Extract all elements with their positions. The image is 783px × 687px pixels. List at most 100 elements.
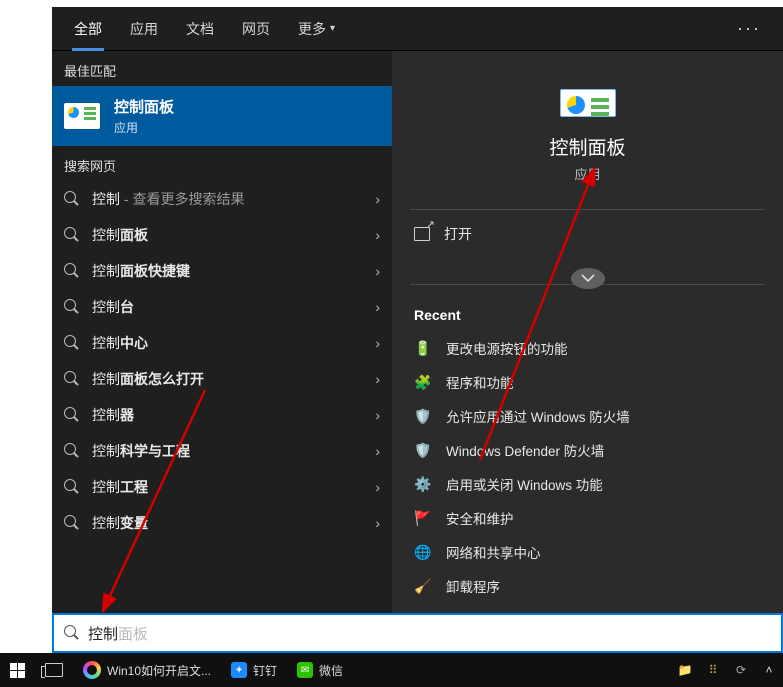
suggestion-text: 控制变量 <box>92 513 148 533</box>
search-icon <box>64 263 80 279</box>
recent-item-icon: 🧩 <box>414 373 432 391</box>
tab-docs[interactable]: 文档 <box>172 7 228 51</box>
chevron-right-icon: › <box>375 227 380 243</box>
search-suggestion[interactable]: 控制变量 › <box>52 505 392 541</box>
chevron-right-icon: › <box>375 443 380 459</box>
search-icon <box>64 479 80 495</box>
taskbar-label: 钉钉 <box>253 662 277 679</box>
best-match-text: 控制面板 应用 <box>114 96 174 136</box>
recent-item[interactable]: 🛡️Windows Defender 防火墙 <box>410 433 765 467</box>
open-label: 打开 <box>444 224 472 244</box>
search-typed: 控制 <box>88 626 118 643</box>
chevron-right-icon: › <box>375 515 380 531</box>
recent-item-label: 更改电源按钮的功能 <box>446 338 568 358</box>
search-list: 控制 - 查看更多搜索结果›控制面板›控制面板快捷键›控制台›控制中心›控制面板… <box>52 181 392 613</box>
tray-chevron[interactable]: ˄ <box>755 653 783 687</box>
recent-item-icon: 🛡️ <box>414 407 432 425</box>
search-icon <box>64 515 80 531</box>
recent-item[interactable]: 🧩程序和功能 <box>410 365 765 399</box>
tray-icon[interactable]: 📁 <box>671 653 699 687</box>
suggestion-text: 控制工程 <box>92 477 148 497</box>
preview-title: 控制面板 <box>410 133 765 160</box>
recent-item[interactable]: 🧹卸载程序 <box>410 569 765 603</box>
section-recent: Recent <box>414 307 761 323</box>
taskbar-app-browser[interactable]: Win10如何开启文... <box>73 653 221 687</box>
preview-subtitle: 应用 <box>410 164 765 183</box>
recent-item[interactable]: 🔋 更改电源按钮的功能 <box>410 331 765 365</box>
search-panel: 全部 应用 文档 网页 更多▾ ··· 最佳匹配 控制面板 应用 搜索网页 控制… <box>52 7 783 613</box>
recent-item-label: 安全和维护 <box>446 508 514 528</box>
suggestion-text: 控制 - 查看更多搜索结果 <box>92 189 244 209</box>
search-ghost: 面板 <box>118 626 148 643</box>
search-suggestion[interactable]: 控制台 › <box>52 289 392 325</box>
chevron-right-icon: › <box>375 191 380 207</box>
recent-list: 🔋 更改电源按钮的功能 🧩程序和功能🛡️允许应用通过 Windows 防火墙🛡️Wi… <box>410 331 765 603</box>
tabs-row: 全部 应用 文档 网页 更多▾ ··· <box>52 7 783 51</box>
search-icon <box>64 299 80 315</box>
browser-icon <box>83 661 101 679</box>
taskbar-label: 微信 <box>319 662 343 679</box>
tab-label: 全部 <box>74 19 102 39</box>
taskbar-app-dingtalk[interactable]: ✦ 钉钉 <box>221 653 287 687</box>
tab-apps[interactable]: 应用 <box>116 7 172 51</box>
section-search-web: 搜索网页 <box>52 146 392 181</box>
best-match-title: 控制面板 <box>114 96 174 117</box>
recent-item-label: 启用或关闭 Windows 功能 <box>446 474 603 494</box>
recent-item-label: 网络和共享中心 <box>446 542 541 562</box>
overflow-button[interactable]: ··· <box>723 18 775 39</box>
tab-all[interactable]: 全部 <box>60 7 116 51</box>
open-action[interactable]: 打开 <box>410 210 765 258</box>
chevron-right-icon: › <box>375 299 380 315</box>
search-suggestion[interactable]: 控制中心 › <box>52 325 392 361</box>
search-input[interactable]: 控制面板 <box>52 613 783 653</box>
search-text: 控制面板 <box>88 623 148 644</box>
section-best-match: 最佳匹配 <box>52 51 392 86</box>
taskbar-right: 📁 ⠿ ⟳ ˄ <box>671 653 783 687</box>
suggestion-text: 控制中心 <box>92 333 148 353</box>
suggestion-text: 控制台 <box>92 297 134 317</box>
search-icon <box>64 625 80 641</box>
tray-icon[interactable]: ⠿ <box>699 653 727 687</box>
search-icon <box>64 335 80 351</box>
search-suggestion[interactable]: 控制器 › <box>52 397 392 433</box>
search-suggestion[interactable]: 控制面板 › <box>52 217 392 253</box>
recent-item-icon: 🔋 <box>414 339 432 357</box>
recent-item-icon: 🌐 <box>414 543 432 561</box>
search-icon <box>64 443 80 459</box>
recent-item[interactable]: 🌐 网络和共享中心 <box>410 535 765 569</box>
tray-icon[interactable]: ⟳ <box>727 653 755 687</box>
chevron-right-icon: › <box>375 407 380 423</box>
start-button[interactable] <box>0 653 35 687</box>
tab-more[interactable]: 更多▾ <box>284 7 349 51</box>
tab-label: 更多 <box>298 19 326 39</box>
expand-button[interactable] <box>571 268 605 289</box>
tab-web[interactable]: 网页 <box>228 7 284 51</box>
search-icon <box>64 371 80 387</box>
tab-label: 文档 <box>186 19 214 39</box>
task-view-button[interactable] <box>35 653 73 687</box>
taskbar-app-wechat[interactable]: ✉微信 <box>287 653 353 687</box>
suggestion-text: 控制科学与工程 <box>92 441 190 461</box>
recent-item[interactable]: 🚩 安全和维护 <box>410 501 765 535</box>
control-panel-icon <box>64 103 100 129</box>
windows-logo-icon <box>10 663 25 678</box>
best-match-item[interactable]: 控制面板 应用 <box>52 86 392 146</box>
recent-item[interactable]: ⚙️ 启用或关闭 Windows 功能 <box>410 467 765 501</box>
search-suggestion[interactable]: 控制面板怎么打开› <box>52 361 392 397</box>
tab-label: 应用 <box>130 19 158 39</box>
recent-item-icon: 🚩 <box>414 509 432 527</box>
search-suggestion[interactable]: 控制工程› <box>52 469 392 505</box>
search-suggestion[interactable]: 控制科学与工程 › <box>52 433 392 469</box>
taskbar: Win10如何开启文... ✦ 钉钉 ✉微信 📁 ⠿ ⟳ ˄ <box>0 653 783 687</box>
dingtalk-icon: ✦ <box>231 662 247 678</box>
control-panel-icon <box>560 89 616 117</box>
recent-item[interactable]: 🛡️允许应用通过 Windows 防火墙 <box>410 399 765 433</box>
search-suggestion[interactable]: 控制 - 查看更多搜索结果 › <box>52 181 392 217</box>
suggestion-text: 控制器 <box>92 405 134 425</box>
search-suggestion[interactable]: 控制面板快捷键› <box>52 253 392 289</box>
recent-item-icon: ⚙️ <box>414 475 432 493</box>
taskbar-label: Win10如何开启文... <box>107 662 211 679</box>
chevron-right-icon: › <box>375 335 380 351</box>
recent-item-icon: 🧹 <box>414 577 432 595</box>
suggestion-text: 控制面板 <box>92 225 148 245</box>
